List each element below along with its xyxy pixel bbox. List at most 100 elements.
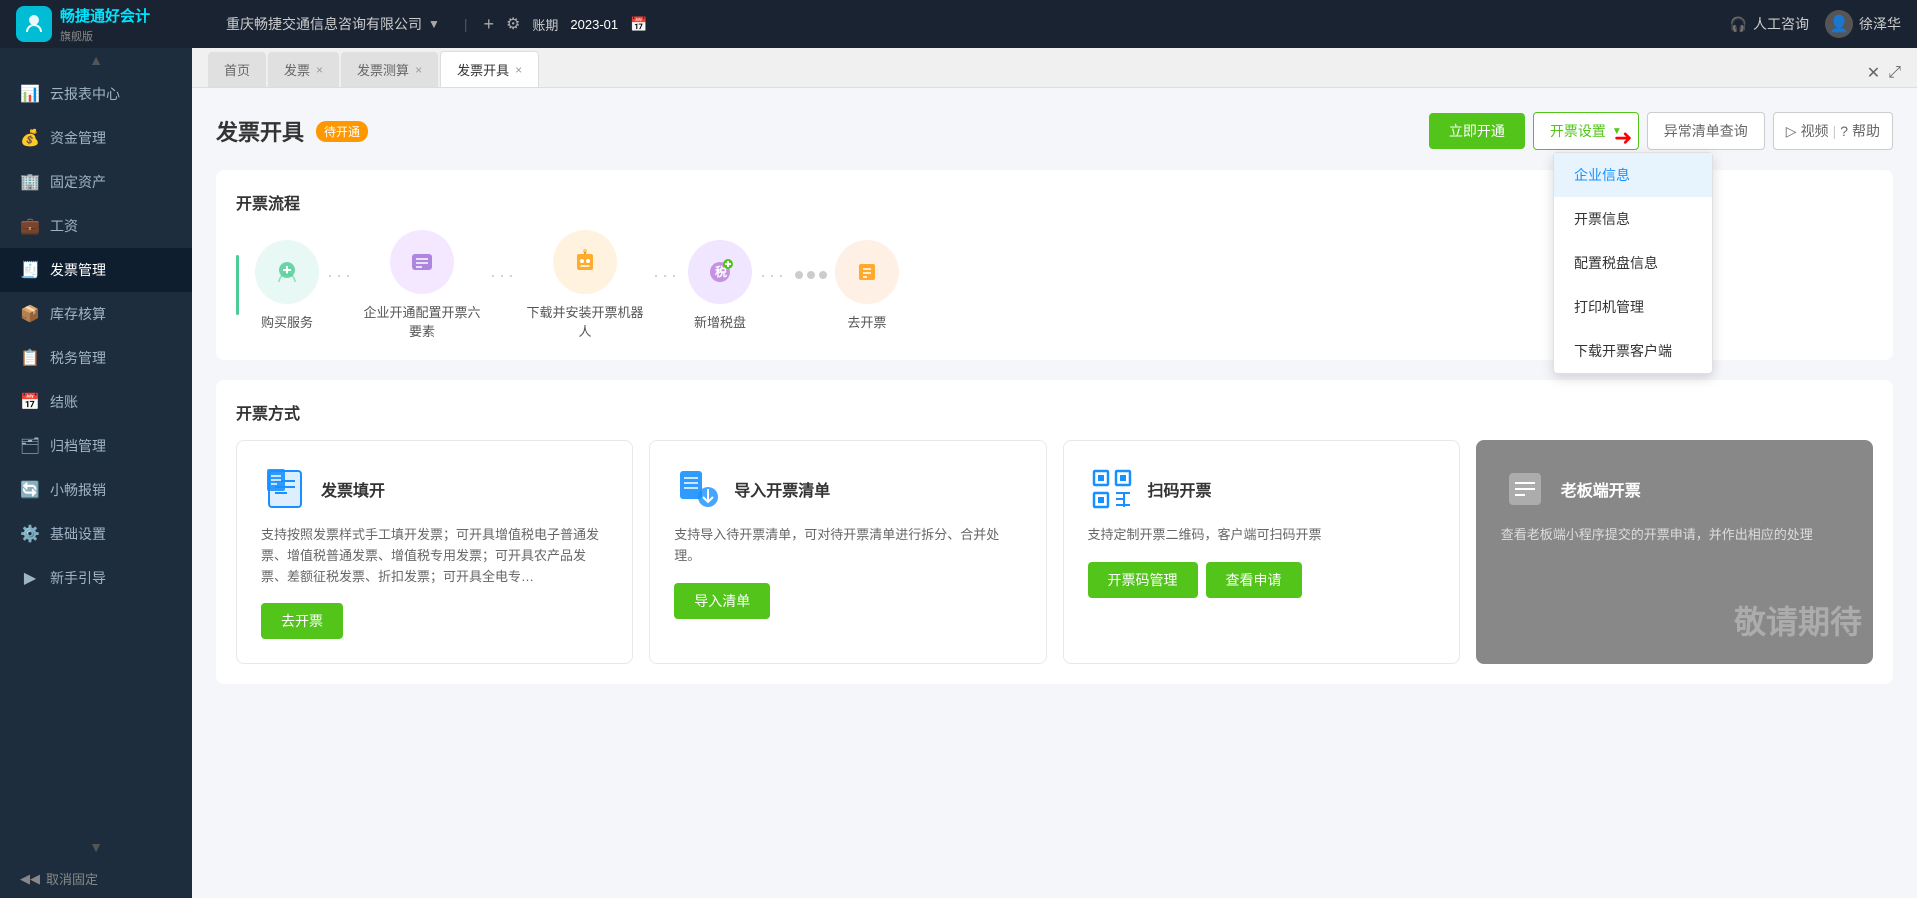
add-button[interactable]: + [484, 14, 495, 35]
status-badge: 待开通 [316, 121, 368, 142]
dropdown-printer-label: 打印机管理 [1574, 299, 1644, 315]
boss-invoice-title: 老板端开票 [1561, 477, 1641, 501]
top-bar: 畅捷通好会计 旗舰版 重庆畅捷交通信息咨询有限公司 ▼ | + ⚙ 账期 202… [0, 0, 1917, 48]
dropdown-company-info-label: 企业信息 [1574, 167, 1630, 183]
company-name: 重庆畅捷交通信息咨询有限公司 [226, 14, 422, 34]
query-button[interactable]: 异常清单查询 [1647, 112, 1765, 150]
fill-invoice-btn[interactable]: 去开票 [261, 603, 343, 639]
content-area: 首页 发票 × 发票测算 × 发票开具 × ✕ ⤢ 发票开具 [192, 48, 1917, 898]
step-download-robot: 下载并安装开票机器人 [525, 230, 645, 340]
fill-invoice-header: 发票填开 [261, 465, 608, 513]
tab-invoice-label: 发票 [284, 60, 310, 79]
step-add-disk: 税 新增税盘 [688, 240, 752, 331]
step-buy-service-label: 购买服务 [261, 312, 313, 331]
go-invoice-icon [835, 240, 899, 304]
sidebar-label-salary: 工资 [50, 216, 78, 236]
inventory-icon: 📦 [20, 304, 40, 324]
sidebar-label-tax: 税务管理 [50, 348, 106, 368]
sidebar-item-inventory[interactable]: 📦 库存核算 [0, 292, 192, 336]
scan-invoice-mgmt-btn[interactable]: 开票码管理 [1088, 562, 1198, 598]
dropdown-download-client-label: 下载开票客户端 [1574, 343, 1672, 359]
sidebar-item-basic[interactable]: ⚙️ 基础设置 [0, 512, 192, 556]
sidebar-item-tax[interactable]: 📋 税务管理 [0, 336, 192, 380]
sidebar-scroll-up[interactable]: ▲ [0, 48, 192, 72]
sidebar-item-cloud-report[interactable]: 📊 云报表中心 [0, 72, 192, 116]
tab-invoice[interactable]: 发票 × [268, 52, 339, 87]
tab-home-label: 首页 [224, 60, 250, 79]
tab-invoice-open-close[interactable]: × [515, 63, 522, 77]
sidebar-bottom: ▼ ◀◀ 取消固定 [0, 835, 192, 898]
consult-button[interactable]: 🎧 人工咨询 [1730, 14, 1809, 34]
dropdown-menu: ➜ 企业信息 开票信息 配置税盘信息 打印机管理 [1553, 152, 1713, 374]
tab-invoice-calc[interactable]: 发票测算 × [341, 52, 438, 87]
cancel-pin-button[interactable]: ◀◀ 取消固定 [0, 859, 192, 898]
dropdown-item-printer[interactable]: 打印机管理 [1554, 285, 1712, 329]
extra-dots [795, 271, 827, 299]
sidebar-item-fund[interactable]: 💰 资金管理 [0, 116, 192, 160]
cancel-pin-icon: ◀◀ [20, 871, 40, 887]
connector-3: ··· [653, 265, 680, 306]
scan-invoice-desc: 支持定制开票二维码，客户端可扫码开票 [1088, 525, 1435, 546]
expand-panel-button[interactable]: ⤢ [1888, 63, 1901, 83]
period-label: 账期 [532, 15, 558, 34]
page-header: 发票开具 待开通 立即开通 开票设置 ▼ 异常清单查询 ▷ 视频 | ? 帮助 [216, 112, 1893, 150]
fill-invoice-desc: 支持按照发票样式手工填开发票；可开具增值税电子普通发票、增值税普通发票、增值税专… [261, 525, 608, 587]
help-label: 帮助 [1852, 121, 1880, 141]
sidebar-item-salary[interactable]: 💼 工资 [0, 204, 192, 248]
method-card-boss-invoice: 老板端开票 查看老板端小程序提交的开票申请，并作出相应的处理 敬请期待 [1476, 440, 1873, 664]
consult-label: 人工咨询 [1753, 14, 1809, 34]
dropdown-item-tax-disk[interactable]: 配置税盘信息 [1554, 241, 1712, 285]
sidebar-scroll-down[interactable]: ▼ [0, 835, 192, 859]
import-invoice-btn[interactable]: 导入清单 [674, 583, 770, 619]
tab-invoice-close[interactable]: × [316, 63, 323, 77]
salary-icon: 💼 [20, 216, 40, 236]
dropdown-item-invoice-info[interactable]: 开票信息 [1554, 197, 1712, 241]
guide-icon: ▶ [20, 568, 40, 588]
sidebar-item-report[interactable]: 🔄 小畅报销 [0, 468, 192, 512]
sidebar-item-archive[interactable]: 🗂 归档管理 [0, 424, 192, 468]
activate-button[interactable]: 立即开通 [1429, 113, 1525, 149]
sidebar-label-inventory: 库存核算 [50, 304, 106, 324]
dropdown-tax-disk-label: 配置税盘信息 [1574, 255, 1658, 271]
calendar-icon[interactable]: 📅 [630, 16, 647, 33]
sidebar-label-cloud-report: 云报表中心 [50, 84, 120, 104]
sidebar-item-fixed-assets[interactable]: 🏢 固定资产 [0, 160, 192, 204]
close-panel-button[interactable]: ✕ [1867, 63, 1880, 83]
tab-home[interactable]: 首页 [208, 52, 266, 87]
tab-bar: 首页 发票 × 发票测算 × 发票开具 × ✕ ⤢ [192, 48, 1917, 88]
fill-invoice-title: 发票填开 [321, 477, 385, 501]
settle-icon: 📅 [20, 392, 40, 412]
logo-area: 畅捷通好会计 旗舰版 [16, 5, 206, 44]
sidebar-item-invoice[interactable]: 🧾 发票管理 [0, 248, 192, 292]
dropdown-item-download-client[interactable]: 下载开票客户端 [1554, 329, 1712, 373]
tab-invoice-open-label: 发票开具 [457, 60, 509, 79]
sidebar-label-report: 小畅报销 [50, 480, 106, 500]
company-selector[interactable]: 重庆畅捷交通信息咨询有限公司 ▼ [218, 10, 448, 38]
step-buy-service: 购买服务 [255, 240, 319, 331]
sidebar-label-settle: 结账 [50, 392, 78, 412]
method-card-fill-invoice: 发票填开 支持按照发票样式手工填开发票；可开具增值税电子普通发票、增值税普通发票… [236, 440, 633, 664]
tab-invoice-open[interactable]: 发票开具 × [440, 51, 539, 87]
help-button[interactable]: ▷ 视频 | ? 帮助 [1773, 112, 1893, 150]
boss-invoice-icon [1501, 465, 1549, 513]
method-card-scan-invoice: 扫码开票 支持定制开票二维码，客户端可扫码开票 开票码管理 查看申请 [1063, 440, 1460, 664]
sidebar-item-guide[interactable]: ▶ 新手引导 [0, 556, 192, 600]
divider: | [464, 16, 468, 32]
scan-invoice-apply-btn[interactable]: 查看申请 [1206, 562, 1302, 598]
settings-icon[interactable]: ⚙ [506, 14, 520, 34]
sidebar-label-archive: 归档管理 [50, 436, 106, 456]
scan-invoice-header: 扫码开票 [1088, 465, 1435, 513]
sidebar-item-settle[interactable]: 📅 结账 [0, 380, 192, 424]
step-add-disk-label: 新增税盘 [694, 312, 746, 331]
dropdown-item-company-info[interactable]: 企业信息 [1554, 153, 1712, 197]
cloud-report-icon: 📊 [20, 84, 40, 104]
top-right-area: 🎧 人工咨询 👤 徐泽华 [1730, 10, 1901, 38]
methods-section-title: 开票方式 [236, 400, 1873, 424]
tab-invoice-calc-close[interactable]: × [415, 63, 422, 77]
user-area[interactable]: 👤 徐泽华 [1825, 10, 1901, 38]
fill-invoice-icon [261, 465, 309, 513]
settings-btn-label: 开票设置 [1550, 121, 1606, 141]
sidebar-label-fixed-assets: 固定资产 [50, 172, 106, 192]
import-invoice-desc: 支持导入待开票清单，可对待开票清单进行拆分、合并处理。 [674, 525, 1021, 567]
cancel-pin-label: 取消固定 [46, 869, 98, 888]
